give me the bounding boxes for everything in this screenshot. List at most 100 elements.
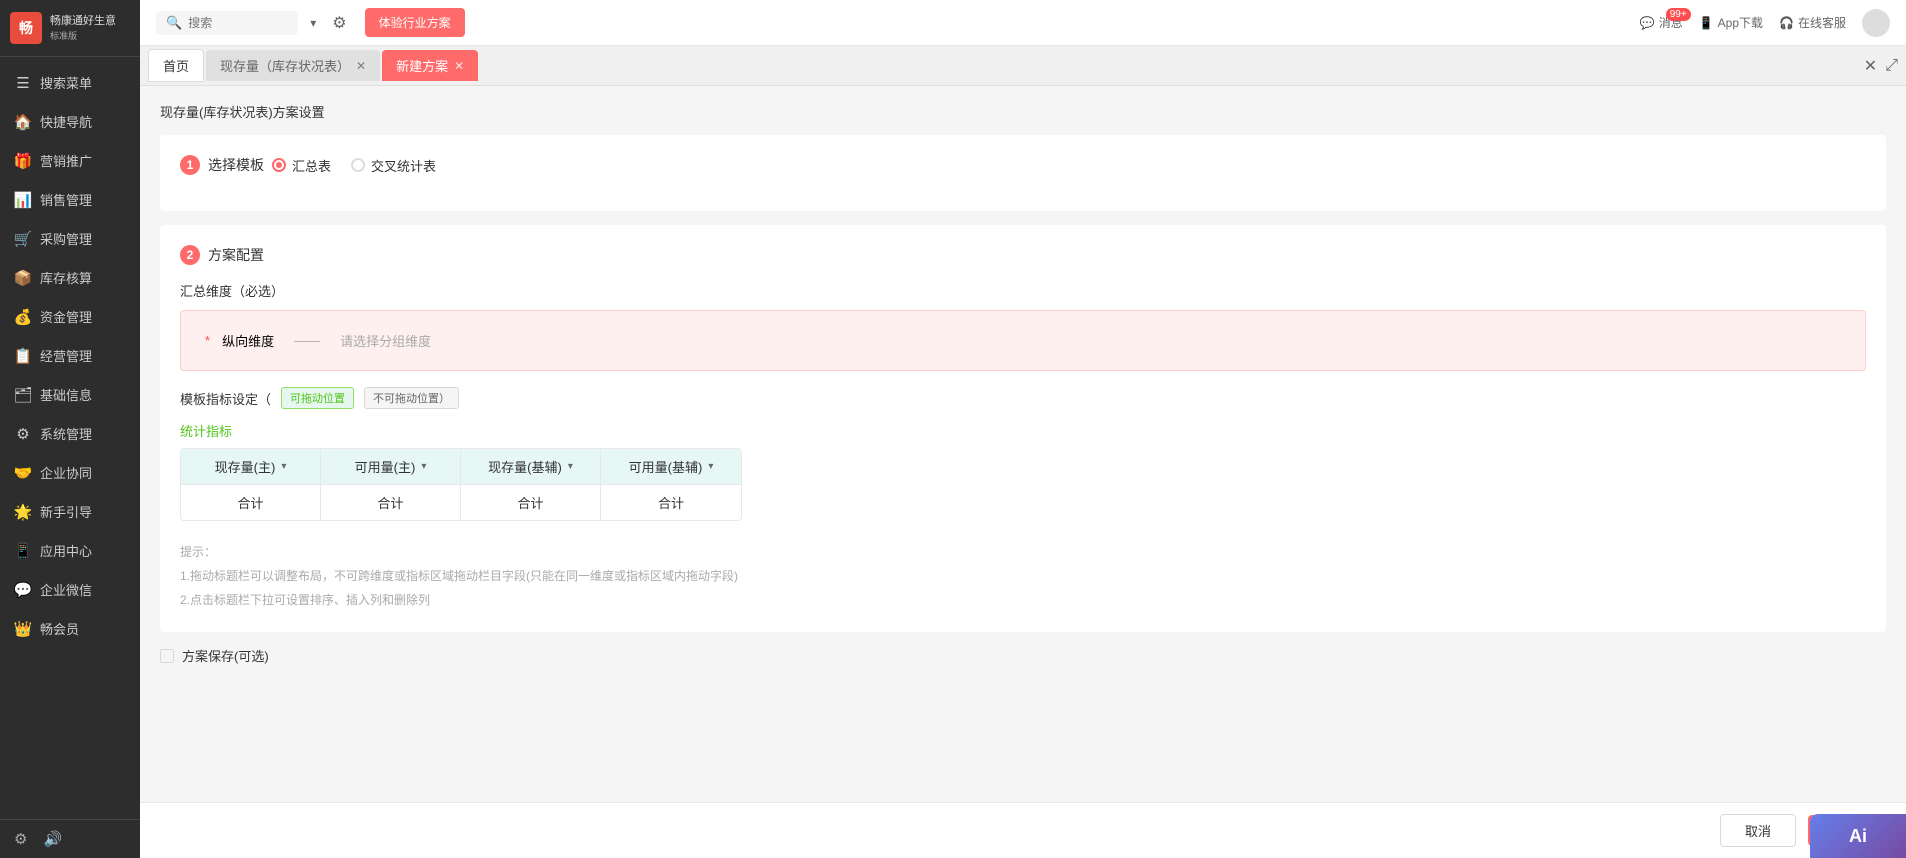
- tips-text-1: 2.点击标题栏下拉可设置排序、插入列和删除列: [180, 588, 430, 612]
- sidebar-item-basic[interactable]: 🗂 基础信息: [0, 375, 140, 414]
- app-name: 畅康通好生意: [50, 14, 116, 29]
- dimension-area[interactable]: * 纵向维度 —— 请选择分组维度: [180, 310, 1866, 371]
- save-checkbox[interactable]: [160, 649, 174, 663]
- sidebar-item-system[interactable]: ⚙ 系统管理: [0, 414, 140, 453]
- dimension-placeholder: 请选择分组维度: [340, 331, 431, 350]
- close-panel-icon[interactable]: ✕: [1864, 56, 1877, 76]
- sidebar-label-newguide: 新手引导: [40, 502, 92, 521]
- sidebar-label-quick-nav: 快捷导航: [40, 112, 92, 131]
- header-actions: 💬 消息 99+ 📱 App下载 🎧 在线客服: [1640, 9, 1890, 37]
- radio-summary[interactable]: 汇总表: [272, 156, 331, 175]
- save-option[interactable]: 方案保存(可选): [160, 646, 1886, 665]
- headset-icon: 🎧: [1779, 16, 1794, 30]
- app-name-block: 畅康通好生意 标准版: [50, 14, 116, 42]
- ai-corner-btn[interactable]: Ai: [1810, 814, 1906, 858]
- tab-home[interactable]: 首页: [148, 49, 204, 82]
- wechat-icon: 💬: [14, 581, 32, 599]
- tips-text-0: 1.拖动标题栏可以调整布局，不可跨维度或指标区域拖动栏目字段(只能在同一维度或指…: [180, 564, 738, 588]
- page-title: 现存量(库存状况表)方案设置: [160, 102, 1886, 121]
- save-option-label: 方案保存(可选): [182, 646, 269, 665]
- fixed-tag: 不可拖动位置）: [364, 387, 459, 409]
- sidebar-label-search-menu: 搜索菜单: [40, 73, 92, 92]
- app-version: 标准版: [50, 29, 116, 42]
- sidebar-item-purchase[interactable]: 🛒 采购管理: [0, 219, 140, 258]
- experience-btn[interactable]: 体验行业方案: [365, 8, 465, 37]
- col-label-1: 可用量(主): [355, 457, 416, 476]
- sidebar-label-finance: 资金管理: [40, 307, 92, 326]
- sidebar-label-basic: 基础信息: [40, 385, 92, 404]
- tab-new-scheme-label: 新建方案: [396, 56, 448, 75]
- search-input[interactable]: [188, 16, 288, 30]
- search-menu-icon: ☰: [14, 74, 32, 92]
- col-header-0[interactable]: 现存量(主) ▾: [181, 449, 321, 484]
- col-header-1[interactable]: 可用量(主) ▾: [321, 449, 461, 484]
- section2-header: 2 方案配置: [180, 245, 1866, 265]
- radio-summary-dot: [272, 158, 286, 172]
- member-icon: 👑: [14, 620, 32, 638]
- top-header: 🔍 ▾ ⚙ 体验行业方案 💬 消息 99+ 📱 App下载 🎧 在线客服: [140, 0, 1906, 46]
- sidebar-item-search-menu[interactable]: ☰ 搜索菜单: [0, 63, 140, 102]
- tips-section: 提示： 1.拖动标题栏可以调整布局，不可跨维度或指标区域拖动栏目字段(只能在同一…: [180, 540, 1866, 612]
- newguide-icon: 🌟: [14, 503, 32, 521]
- sidebar-bottom: ⚙ 🔊: [0, 819, 140, 858]
- radio-cross[interactable]: 交叉统计表: [351, 156, 436, 175]
- sidebar-item-cooperation[interactable]: 🤝 企业协同: [0, 453, 140, 492]
- finance-icon: 💰: [14, 308, 32, 326]
- col-header-3[interactable]: 可用量(基辅) ▾: [601, 449, 741, 484]
- sidebar-item-quick-nav[interactable]: 🏠 快捷导航: [0, 102, 140, 141]
- sidebar-item-finance[interactable]: 💰 资金管理: [0, 297, 140, 336]
- tab-new-scheme-close-icon[interactable]: ✕: [454, 59, 464, 73]
- gear-icon[interactable]: ⚙: [332, 13, 346, 33]
- sidebar-logo: 畅 畅康通好生意 标准版: [0, 0, 140, 57]
- sidebar-label-management: 经营管理: [40, 346, 92, 365]
- sidebar-item-management[interactable]: 📋 经营管理: [0, 336, 140, 375]
- section2-title: 方案配置: [208, 245, 264, 265]
- sidebar-label-sales: 销售管理: [40, 190, 92, 209]
- col-data-2: 合计: [461, 485, 601, 520]
- dimension-section-label: 汇总维度（必选）: [180, 281, 1866, 300]
- col-label-3: 可用量(基辅): [629, 457, 703, 476]
- col-data-1: 合计: [321, 485, 461, 520]
- purchase-icon: 🛒: [14, 230, 32, 248]
- cooperation-icon: 🤝: [14, 464, 32, 482]
- tab-home-label: 首页: [163, 56, 189, 75]
- online-service-label: 在线客服: [1798, 14, 1846, 31]
- vertical-dim-label: 纵向维度: [222, 331, 274, 350]
- app-download-btn[interactable]: 📱 App下载: [1699, 14, 1763, 31]
- col-chevron-1: ▾: [421, 461, 426, 472]
- sidebar-item-newguide[interactable]: 🌟 新手引导: [0, 492, 140, 531]
- online-service-btn[interactable]: 🎧 在线客服: [1779, 14, 1846, 31]
- tips-item-0: 1.拖动标题栏可以调整布局，不可跨维度或指标区域拖动栏目字段(只能在同一维度或指…: [180, 564, 1866, 588]
- col-header-2[interactable]: 现存量(基辅) ▾: [461, 449, 601, 484]
- tab-bar: 首页 现存量（库存状况表） ✕ 新建方案 ✕ ✕ ⤢: [140, 46, 1906, 86]
- sidebar-item-wechat[interactable]: 💬 企业微信: [0, 570, 140, 609]
- sidebar-item-marketing[interactable]: 🎁 营销推广: [0, 141, 140, 180]
- ai-label: Ai: [1849, 826, 1867, 847]
- header-dropdown[interactable]: ▾: [310, 16, 316, 30]
- col-label-2: 现存量(基辅): [488, 457, 562, 476]
- sidebar-item-inventory[interactable]: 📦 库存核算: [0, 258, 140, 297]
- sidebar-sound-btn[interactable]: 🔊: [43, 830, 62, 848]
- system-icon: ⚙: [14, 425, 32, 443]
- header-search-box[interactable]: 🔍: [156, 11, 298, 35]
- sidebar: 畅 畅康通好生意 标准版 ☰ 搜索菜单 🏠 快捷导航 🎁 营销推广 📊 销售管理…: [0, 0, 140, 858]
- sidebar-item-member[interactable]: 👑 畅会员: [0, 609, 140, 648]
- message-btn[interactable]: 💬 消息 99+: [1640, 14, 1683, 31]
- tab-inventory-close-icon[interactable]: ✕: [356, 59, 366, 73]
- tab-inventory-status[interactable]: 现存量（库存状况表） ✕: [206, 50, 380, 81]
- section2-card: 2 方案配置 汇总维度（必选） * 纵向维度 —— 请选择分组维度 模板指标设定…: [160, 225, 1886, 632]
- sidebar-item-sales[interactable]: 📊 销售管理: [0, 180, 140, 219]
- management-icon: 📋: [14, 347, 32, 365]
- dimension-dash: ——: [294, 333, 320, 348]
- col-chevron-0: ▾: [281, 461, 286, 472]
- expand-icon[interactable]: ⤢: [1885, 57, 1898, 75]
- user-avatar[interactable]: [1862, 9, 1890, 37]
- tab-new-scheme[interactable]: 新建方案 ✕: [382, 50, 478, 81]
- stats-table-header: 现存量(主) ▾ 可用量(主) ▾ 现存量(基辅) ▾ 可用量(基辅) ▾: [181, 449, 741, 484]
- sidebar-item-appcenter[interactable]: 📱 应用中心: [0, 531, 140, 570]
- required-marker: *: [205, 333, 210, 348]
- cancel-button[interactable]: 取消: [1720, 814, 1796, 847]
- sidebar-settings-btn[interactable]: ⚙: [14, 830, 27, 848]
- sidebar-label-purchase: 采购管理: [40, 229, 92, 248]
- section1-title: 选择模板: [208, 155, 264, 175]
